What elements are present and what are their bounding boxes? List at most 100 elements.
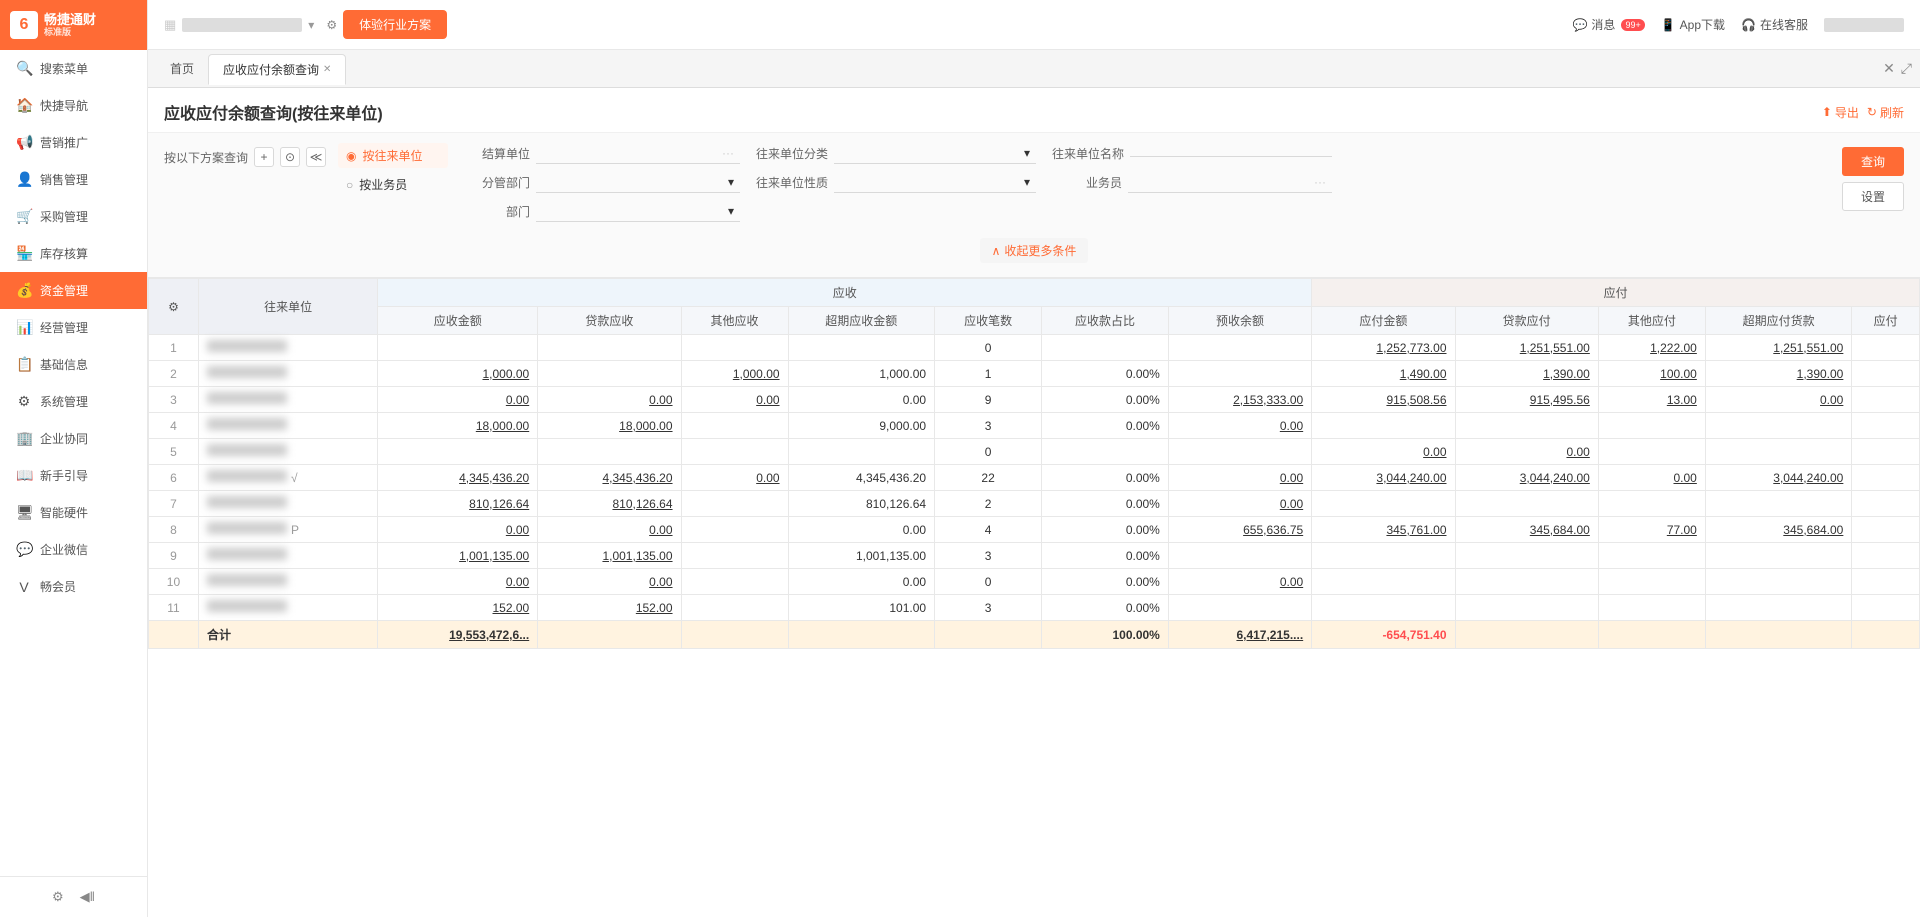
sidebar-item-sales[interactable]: 👤销售管理 <box>0 161 147 198</box>
table-cell[interactable]: 345,684.00 <box>1455 517 1598 543</box>
table-cell[interactable]: 1,390.00 <box>1705 361 1852 387</box>
table-cell <box>1455 491 1598 517</box>
table-cell[interactable]: 0.00 <box>378 387 538 413</box>
refresh-button[interactable]: ↻ 刷新 <box>1867 104 1904 121</box>
add-scheme-button[interactable]: + <box>254 147 274 167</box>
table-cell[interactable]: 3,044,240.00 <box>1312 465 1455 491</box>
partner-category-select[interactable]: ▾ <box>834 143 1036 164</box>
table-cell <box>1312 569 1455 595</box>
table-cell[interactable]: 1,000.00 <box>681 361 788 387</box>
table-cell[interactable]: 1,000.00 <box>378 361 538 387</box>
table-cell[interactable]: 18,000.00 <box>378 413 538 439</box>
dept-manager-select[interactable]: ▾ <box>536 172 740 193</box>
sidebar-item-member[interactable]: V畅会员 <box>0 568 147 605</box>
sidebar-item-wechat[interactable]: 💬企业微信 <box>0 531 147 568</box>
settings-gear-icon[interactable]: ⚙ <box>326 18 337 32</box>
table-cell[interactable]: 915,508.56 <box>1312 387 1455 413</box>
table-cell[interactable]: 655,636.75 <box>1168 517 1311 543</box>
table-cell[interactable]: 1,222.00 <box>1598 335 1705 361</box>
scheme-by-salesman[interactable]: ○ 按业务员 <box>338 172 448 197</box>
table-cell[interactable]: 77.00 <box>1598 517 1705 543</box>
sidebar-item-guide[interactable]: 📖新手引导 <box>0 457 147 494</box>
scheme-by-partner[interactable]: ◉ 按往来单位 <box>338 143 448 168</box>
table-cell[interactable]: 13.00 <box>1598 387 1705 413</box>
table-cell[interactable]: 0.00 <box>1168 491 1311 517</box>
online-service-action[interactable]: 🎧 在线客服 <box>1741 16 1808 33</box>
table-cell[interactable]: 0.00 <box>1598 465 1705 491</box>
message-icon: 💬 <box>1572 18 1587 32</box>
th-settings[interactable]: ⚙ <box>149 279 199 335</box>
tab-maximize-icon[interactable]: ⤢ <box>1901 60 1912 77</box>
tab-home[interactable]: 首页 <box>156 54 208 83</box>
footer-ar-amount[interactable]: 19,553,472,6... <box>378 621 538 649</box>
sidebar-item-search-menu[interactable]: 🔍搜索菜单 <box>0 50 147 87</box>
sidebar-item-enterprise[interactable]: 🏢企业协同 <box>0 420 147 457</box>
table-cell[interactable]: 1,251,551.00 <box>1455 335 1598 361</box>
partner-nature-select[interactable]: ▾ <box>834 172 1036 193</box>
table-cell[interactable]: 1,390.00 <box>1455 361 1598 387</box>
table-cell[interactable]: 0.00 <box>1312 439 1455 465</box>
table-cell[interactable]: 2,153,333.00 <box>1168 387 1311 413</box>
sidebar-item-purchase[interactable]: 🛒采购管理 <box>0 198 147 235</box>
table-cell[interactable]: 4,345,436.20 <box>538 465 681 491</box>
sidebar-item-operation[interactable]: 📊经营管理 <box>0 309 147 346</box>
export-button[interactable]: ⬆ 导出 <box>1822 104 1859 121</box>
sidebar-item-smart-hw[interactable]: 🖥智能硬件 <box>0 494 147 531</box>
sidebar-item-system[interactable]: ⚙系统管理 <box>0 383 147 420</box>
tab-close-window-icon[interactable]: ✕ <box>1883 60 1895 77</box>
settings-button[interactable]: 设置 <box>1842 182 1904 211</box>
table-cell[interactable]: 0.00 <box>538 517 681 543</box>
footer-prepay[interactable]: 6,417,215.... <box>1168 621 1311 649</box>
message-action[interactable]: 💬 消息 99+ <box>1572 16 1644 33</box>
table-cell[interactable]: 0.00 <box>1168 569 1311 595</box>
table-cell[interactable]: 1,001,135.00 <box>378 543 538 569</box>
sidebar-item-marketing[interactable]: 📢营销推广 <box>0 124 147 161</box>
table-cell[interactable]: 3,044,240.00 <box>1705 465 1852 491</box>
table-cell[interactable]: 810,126.64 <box>538 491 681 517</box>
department-select[interactable]: ▾ <box>536 201 740 222</box>
table-cell[interactable]: 100.00 <box>1598 361 1705 387</box>
table-cell[interactable]: 4,345,436.20 <box>378 465 538 491</box>
promote-button[interactable]: 体验行业方案 <box>343 10 447 39</box>
sidebar-item-inventory[interactable]: 🏪库存核算 <box>0 235 147 272</box>
table-cell[interactable]: 152.00 <box>378 595 538 621</box>
tab-ar-ap[interactable]: 应收应付余额查询 ✕ <box>208 54 346 85</box>
table-cell[interactable]: 1,251,551.00 <box>1705 335 1852 361</box>
scheme-collapse-button[interactable]: ≪ <box>306 147 326 167</box>
department-arrow: ▾ <box>728 204 734 218</box>
sidebar-settings-icon[interactable]: ⚙ <box>52 889 64 905</box>
sidebar-collapse-icon[interactable]: ◀‖ <box>80 889 95 905</box>
partner-name-input[interactable] <box>1130 150 1332 157</box>
table-cell[interactable]: 0.00 <box>538 569 681 595</box>
scheme-settings-button[interactable]: ⊙ <box>280 147 300 167</box>
settlement-unit-input[interactable]: ··· <box>536 143 740 164</box>
table-cell[interactable]: 0.00 <box>1705 387 1852 413</box>
table-cell[interactable]: 0.00 <box>378 569 538 595</box>
table-cell[interactable]: 345,684.00 <box>1705 517 1852 543</box>
table-cell[interactable]: 915,495.56 <box>1455 387 1598 413</box>
table-cell[interactable]: 0.00 <box>1168 465 1311 491</box>
table-cell[interactable]: 3,044,240.00 <box>1455 465 1598 491</box>
collapse-more-button[interactable]: ∧ 收起更多条件 <box>980 238 1089 263</box>
table-cell[interactable]: 0.00 <box>378 517 538 543</box>
salesman-input[interactable]: ··· <box>1128 172 1332 193</box>
table-cell[interactable]: 0.00 <box>1455 439 1598 465</box>
table-cell[interactable]: 0.00 <box>1168 413 1311 439</box>
sidebar-item-basic-info[interactable]: 📋基础信息 <box>0 346 147 383</box>
breadcrumb-dropdown[interactable]: ▾ <box>308 18 314 32</box>
table-cell[interactable]: 0.00 <box>681 465 788 491</box>
sidebar-item-finance[interactable]: 💰资金管理 <box>0 272 147 309</box>
table-cell[interactable]: 0.00 <box>538 387 681 413</box>
app-download-action[interactable]: 📱 App下载 <box>1661 16 1725 33</box>
table-cell[interactable]: 152.00 <box>538 595 681 621</box>
query-button[interactable]: 查询 <box>1842 147 1904 176</box>
table-cell[interactable]: 18,000.00 <box>538 413 681 439</box>
table-cell[interactable]: 1,252,773.00 <box>1312 335 1455 361</box>
tab-close-icon[interactable]: ✕ <box>323 64 331 75</box>
table-cell[interactable]: 0.00 <box>681 387 788 413</box>
table-cell[interactable]: 1,490.00 <box>1312 361 1455 387</box>
table-cell[interactable]: 810,126.64 <box>378 491 538 517</box>
table-cell[interactable]: 345,761.00 <box>1312 517 1455 543</box>
table-cell[interactable]: 1,001,135.00 <box>538 543 681 569</box>
sidebar-item-quick-nav[interactable]: 🏠快捷导航 <box>0 87 147 124</box>
